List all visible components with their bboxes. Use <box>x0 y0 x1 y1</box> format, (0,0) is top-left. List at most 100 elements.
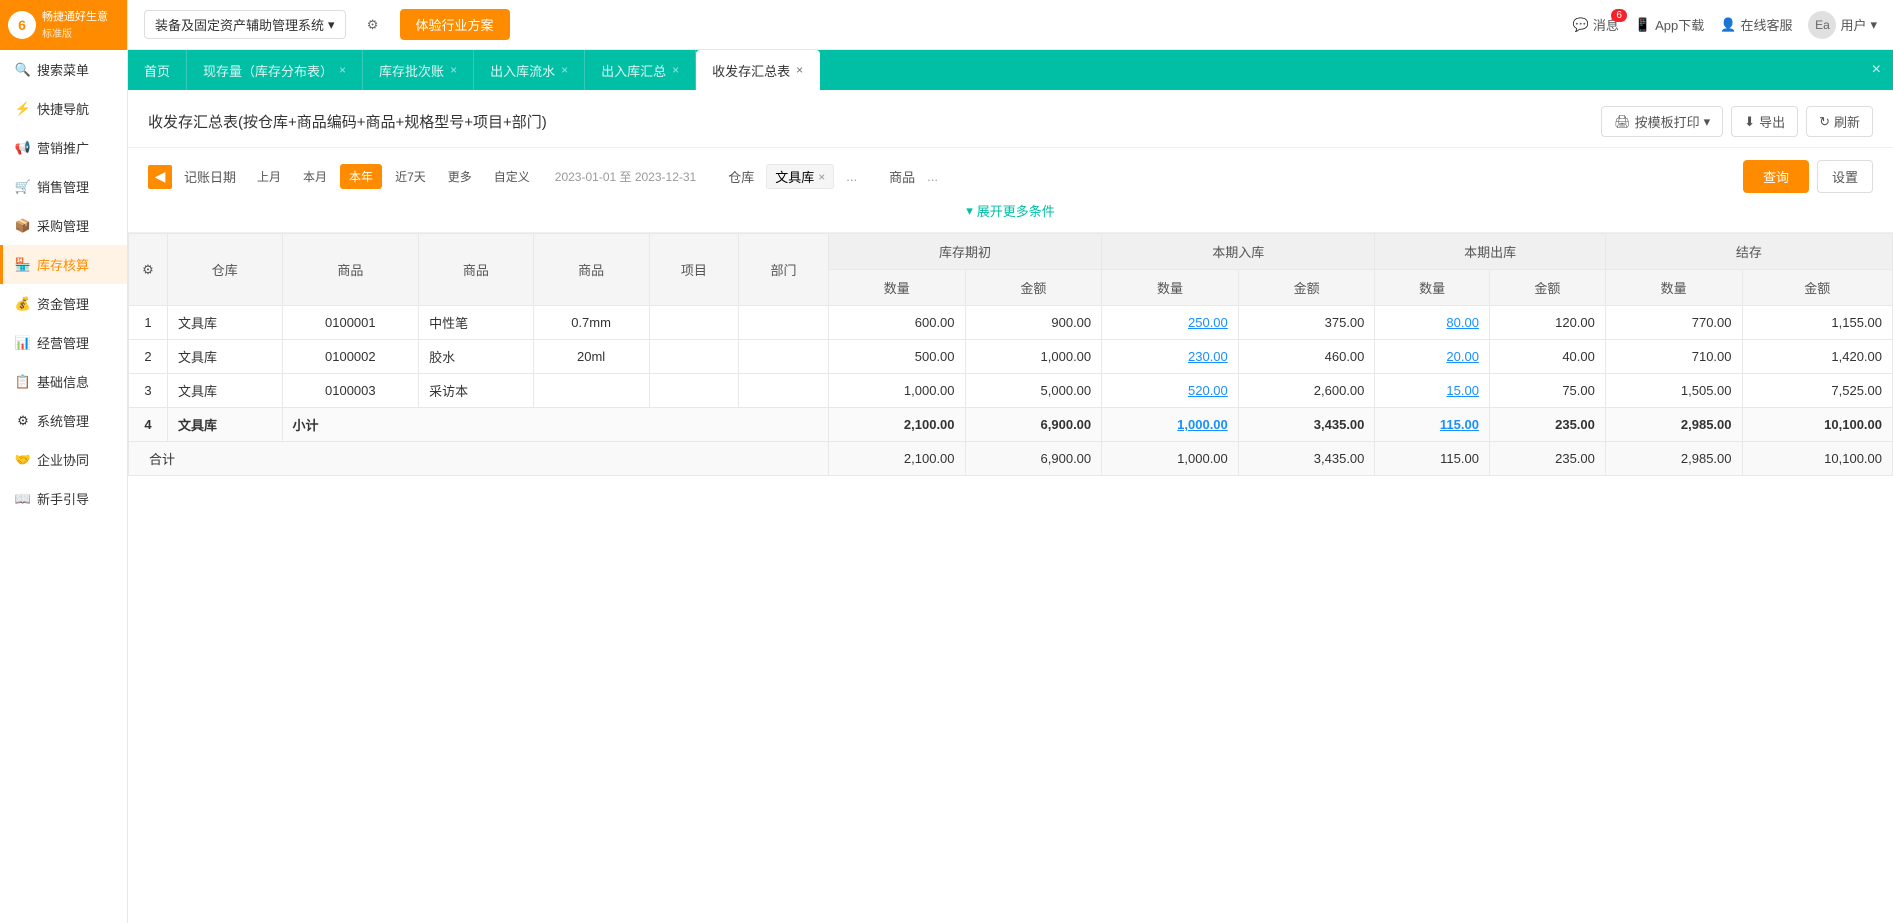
export-icon: ⬇ <box>1744 114 1755 130</box>
cell-dept-0 <box>739 306 829 340</box>
subtotal-row: 4 文具库 小计 2,100.00 6,900.00 1,000.00 3,43… <box>129 408 1893 442</box>
col-balance-qty: 数量 <box>1605 270 1742 306</box>
cell-out-qty-2[interactable]: 15.00 <box>1375 374 1490 408</box>
filter-settings-button[interactable]: 设置 <box>1817 160 1873 193</box>
tab-receive-summary[interactable]: 收发存汇总表 × <box>696 50 820 90</box>
sidebar-item-sales[interactable]: 🛒 销售管理 <box>0 167 127 206</box>
date-btn-this-year[interactable]: 本年 <box>340 164 382 189</box>
app-download-button[interactable]: 📱 App下载 <box>1635 15 1704 34</box>
subtotal-warehouse: 文具库 <box>168 408 283 442</box>
online-service-button[interactable]: 👤 在线客服 <box>1720 15 1792 34</box>
warehouse-tag-remove-icon[interactable]: × <box>818 170 825 184</box>
topbar-right: 💬 消息 6 📱 App下载 👤 在线客服 Ea 用户 ▾ <box>1573 11 1877 39</box>
print-button[interactable]: 🖨 按模板打印 ▾ <box>1601 106 1723 137</box>
col-opening-amt: 金额 <box>965 270 1102 306</box>
cell-out-amt-2: 75.00 <box>1489 374 1605 408</box>
sidebar-item-quick-nav[interactable]: ⚡ 快捷导航 <box>0 89 127 128</box>
filter-area: ◀ 记账日期 上月 本月 本年 近7天 更多 自定义 2023-01-01 至 … <box>128 148 1893 233</box>
total-label: 合计 <box>149 452 175 467</box>
sidebar-item-operations[interactable]: 📊 经营管理 <box>0 323 127 362</box>
sidebar-label-sales: 销售管理 <box>37 177 89 196</box>
date-btn-this-month[interactable]: 本月 <box>294 164 336 189</box>
refresh-button[interactable]: ↻ 刷新 <box>1806 106 1873 137</box>
tab-home[interactable]: 首页 <box>128 50 187 90</box>
col-balance-amt: 金额 <box>1742 270 1893 306</box>
tab-inventory-dist[interactable]: 现存量（库存分布表） × <box>187 50 363 90</box>
cell-no-2: 3 <box>129 374 168 408</box>
sidebar-item-inventory[interactable]: 🏪 库存核算 <box>0 245 127 284</box>
cell-out-qty-1[interactable]: 20.00 <box>1375 340 1490 374</box>
sidebar-item-enterprise[interactable]: 🤝 企业协同 <box>0 440 127 479</box>
total-row: 合计 2,100.00 6,900.00 1,000.00 3,435.00 1… <box>129 442 1893 476</box>
expand-more-button[interactable]: ▾ 展开更多条件 <box>148 201 1873 220</box>
query-button[interactable]: 查询 <box>1743 160 1809 193</box>
total-opening-qty: 2,100.00 <box>828 442 965 476</box>
online-service-label: 在线客服 <box>1740 15 1792 34</box>
sidebar-label-purchase: 采购管理 <box>37 216 89 235</box>
tab-inout-flow-close[interactable]: × <box>561 63 568 77</box>
purchase-icon: 📦 <box>15 218 31 234</box>
sidebar-item-finance[interactable]: 💰 资金管理 <box>0 284 127 323</box>
date-filter-group: 上月 本月 本年 近7天 更多 自定义 <box>248 164 539 189</box>
cell-in-qty-1[interactable]: 230.00 <box>1102 340 1239 374</box>
tab-inout-summary-close[interactable]: × <box>672 63 679 77</box>
cell-warehouse-0: 文具库 <box>168 306 283 340</box>
cell-in-qty-2[interactable]: 520.00 <box>1102 374 1239 408</box>
cell-in-qty-0[interactable]: 250.00 <box>1102 306 1239 340</box>
goods-more-icon[interactable]: ... <box>927 169 938 184</box>
page-actions: 🖨 按模板打印 ▾ ⬇ 导出 ↻ 刷新 <box>1601 106 1873 137</box>
export-button[interactable]: ⬇ 导出 <box>1731 106 1798 137</box>
expand-label: 展开更多条件 <box>977 201 1055 220</box>
total-balance-qty: 2,985.00 <box>1605 442 1742 476</box>
sidebar-item-search[interactable]: 🔍 搜索菜单 <box>0 50 127 89</box>
col-header-balance: 结存 <box>1605 234 1892 270</box>
tab-inout-summary[interactable]: 出入库汇总 × <box>585 50 696 90</box>
experience-button[interactable]: 体验行业方案 <box>400 9 510 40</box>
system-select[interactable]: 装备及固定资产辅助管理系统 ▾ <box>144 10 346 39</box>
sidebar-item-basic-info[interactable]: 📋 基础信息 <box>0 362 127 401</box>
tab-receive-summary-close[interactable]: × <box>796 63 803 77</box>
sidebar-item-purchase[interactable]: 📦 采购管理 <box>0 206 127 245</box>
cell-opening-qty-2: 1,000.00 <box>828 374 965 408</box>
date-btn-last-month[interactable]: 上月 <box>248 164 290 189</box>
table-settings-icon[interactable]: ⚙ <box>139 261 157 279</box>
sidebar-label-search: 搜索菜单 <box>37 60 89 79</box>
warehouse-more-icon[interactable]: ... <box>846 169 857 184</box>
sidebar-label-basic-info: 基础信息 <box>37 372 89 391</box>
sidebar-label-inventory: 库存核算 <box>37 255 89 274</box>
app-download-label: App下载 <box>1655 15 1704 34</box>
sidebar-item-guide[interactable]: 📖 新手引导 <box>0 479 127 518</box>
subtotal-out-qty[interactable]: 115.00 <box>1375 408 1490 442</box>
cell-in-amt-1: 460.00 <box>1238 340 1375 374</box>
total-in-amt: 3,435.00 <box>1238 442 1375 476</box>
date-btn-7days[interactable]: 近7天 <box>386 164 435 189</box>
cell-code-0: 0100001 <box>282 306 419 340</box>
tab-batch-label: 库存批次账 <box>379 61 444 80</box>
cell-code-2: 0100003 <box>282 374 419 408</box>
user-button[interactable]: Ea 用户 ▾ <box>1808 11 1877 39</box>
date-btn-more[interactable]: 更多 <box>439 164 481 189</box>
tab-inout-flow[interactable]: 出入库流水 × <box>474 50 585 90</box>
tab-inventory-dist-close[interactable]: × <box>339 63 346 77</box>
tab-inout-summary-label: 出入库汇总 <box>601 61 666 80</box>
messages-button[interactable]: 💬 消息 6 <box>1573 15 1619 34</box>
sidebar-item-system[interactable]: ⚙ 系统管理 <box>0 401 127 440</box>
settings-gear-icon[interactable]: ⚙ <box>358 10 388 40</box>
inventory-icon: 🏪 <box>15 257 31 273</box>
tab-batch-close[interactable]: × <box>450 63 457 77</box>
filter-toggle-button[interactable]: ◀ <box>148 165 172 189</box>
cell-name-0: 中性笔 <box>419 306 534 340</box>
cell-out-qty-0[interactable]: 80.00 <box>1375 306 1490 340</box>
col-header-goods-name: 商品 <box>419 234 534 306</box>
warehouse-tag[interactable]: 文具库 × <box>766 164 834 189</box>
sidebar-item-marketing[interactable]: 📢 营销推广 <box>0 128 127 167</box>
total-opening-amt: 6,900.00 <box>965 442 1102 476</box>
tab-close-all-icon[interactable]: × <box>1860 61 1893 79</box>
guide-icon: 📖 <box>15 491 31 507</box>
page-header: 收发存汇总表(按仓库+商品编码+商品+规格型号+项目+部门) 🖨 按模板打印 ▾… <box>128 90 1893 148</box>
subtotal-in-qty[interactable]: 1,000.00 <box>1102 408 1239 442</box>
tab-batch[interactable]: 库存批次账 × <box>363 50 474 90</box>
date-btn-custom[interactable]: 自定义 <box>485 164 539 189</box>
cell-spec-2 <box>533 374 649 408</box>
subtotal-in-amt: 3,435.00 <box>1238 408 1375 442</box>
